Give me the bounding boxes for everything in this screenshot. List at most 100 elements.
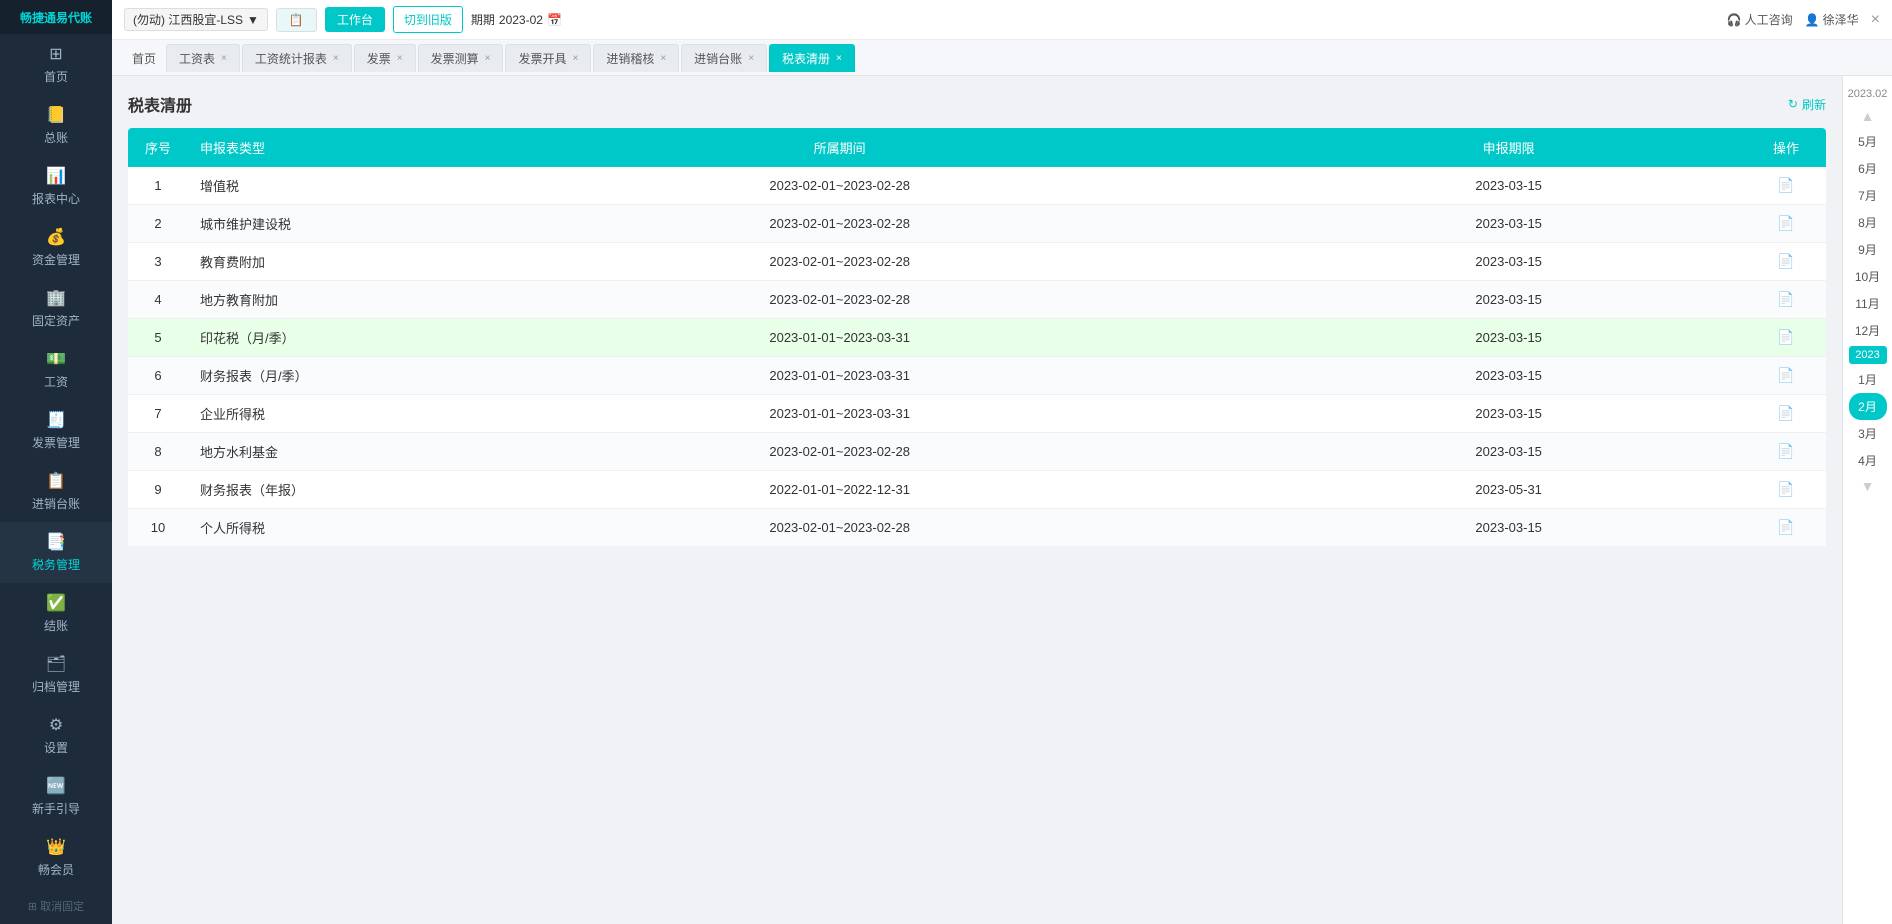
month-5[interactable]: 5月: [1849, 128, 1887, 155]
user-menu[interactable]: 👤 徐泽华: [1805, 11, 1859, 28]
cell-no: 1: [128, 167, 188, 205]
sidebar-item-member[interactable]: 👑 畅会员: [0, 827, 112, 888]
year-2023-badge: 2023: [1849, 346, 1887, 364]
calendar-icon[interactable]: 📅: [547, 13, 562, 27]
avatar-icon: 👤: [1805, 13, 1820, 27]
month-1[interactable]: 1月: [1849, 366, 1887, 393]
sidebar-label-funds: 资金管理: [32, 251, 80, 268]
tab-home[interactable]: 首页: [124, 45, 164, 72]
cell-action: 📄: [1746, 281, 1826, 319]
sidebar-item-ledger[interactable]: 📒 总账: [0, 95, 112, 156]
sidebar-item-payroll[interactable]: 💵 工资: [0, 339, 112, 400]
action-view-icon[interactable]: 📄: [1777, 253, 1794, 269]
action-view-icon[interactable]: 📄: [1777, 177, 1794, 193]
sidebar-item-archive[interactable]: 🗂 归档管理: [0, 644, 112, 705]
headset-icon: 🎧: [1727, 13, 1742, 27]
month-3[interactable]: 3月: [1849, 420, 1887, 447]
cell-deadline: 2023-03-15: [1271, 433, 1746, 471]
cell-period: 2023-01-01~2023-03-31: [408, 395, 1271, 433]
panel-year-header: 2023.02: [1843, 84, 1892, 104]
tab-tax-register[interactable]: 税表清册 ×: [769, 44, 855, 72]
month-8[interactable]: 8月: [1849, 209, 1887, 236]
cell-no: 4: [128, 281, 188, 319]
sidebar-item-home[interactable]: ⊞ 首页: [0, 34, 112, 95]
sidebar-item-guide[interactable]: 🆕 新手引导: [0, 766, 112, 827]
tab-invoice-verify[interactable]: 发票测算 ×: [418, 44, 504, 72]
tab-payroll-stats-label: 工资统计报表: [255, 50, 327, 67]
refresh-icon: ↻: [1788, 97, 1798, 111]
app-logo: 畅捷通易代账: [0, 0, 112, 34]
sidebar-label-payroll: 工资: [44, 373, 68, 390]
tab-tax-register-close[interactable]: ×: [836, 53, 842, 64]
table-row: 6 财务报表（月/季） 2023-01-01~2023-03-31 2023-0…: [128, 357, 1826, 395]
action-view-icon[interactable]: 📄: [1777, 405, 1794, 421]
cell-type: 财务报表（年报）: [188, 471, 408, 509]
copy-icon[interactable]: 📋: [276, 8, 317, 32]
main-area: (勿动) 江西股宜-LSS ▼ 📋 工作台 切到旧版 期期 2023-02 📅 …: [112, 0, 1892, 924]
cell-deadline: 2023-03-15: [1271, 205, 1746, 243]
sidebar-item-tax[interactable]: 📑 税务管理: [0, 522, 112, 583]
action-view-icon[interactable]: 📄: [1777, 329, 1794, 345]
sidebar-label-invoice: 发票管理: [32, 434, 80, 451]
purchase-sales-icon: 📋: [46, 471, 66, 491]
tab-payroll-table[interactable]: 工资表 ×: [166, 44, 240, 72]
sidebar-item-settings[interactable]: ⚙ 设置: [0, 705, 112, 766]
col-header-type: 申报表类型: [188, 128, 408, 167]
cell-no: 2: [128, 205, 188, 243]
close-button[interactable]: ×: [1871, 11, 1880, 29]
cell-no: 6: [128, 357, 188, 395]
sidebar-item-invoice[interactable]: 🧾 发票管理: [0, 400, 112, 461]
sidebar-item-reports[interactable]: 📊 报表中心: [0, 156, 112, 217]
scroll-up-button[interactable]: ▲: [1857, 104, 1879, 128]
unpin-button[interactable]: ⊞ 取消固定: [0, 888, 112, 924]
tab-purchase-verify-label: 进销稽核: [606, 50, 654, 67]
scroll-down-button[interactable]: ▼: [1857, 474, 1879, 498]
sidebar-item-settle[interactable]: ✅ 结账: [0, 583, 112, 644]
month-6[interactable]: 6月: [1849, 155, 1887, 182]
month-7[interactable]: 7月: [1849, 182, 1887, 209]
sidebar-item-funds[interactable]: 💰 资金管理: [0, 217, 112, 278]
ai-consult-button[interactable]: 🎧 人工咨询: [1727, 11, 1793, 28]
archive-icon: 🗂: [46, 654, 66, 674]
table-row: 10 个人所得税 2023-02-01~2023-02-28 2023-03-1…: [128, 509, 1826, 547]
tab-payroll-stats-close[interactable]: ×: [333, 53, 339, 64]
action-view-icon[interactable]: 📄: [1777, 367, 1794, 383]
tab-purchase-verify[interactable]: 进销稽核 ×: [593, 44, 679, 72]
refresh-button[interactable]: ↻ 刷新: [1788, 96, 1826, 113]
tab-purchase-verify-close[interactable]: ×: [660, 53, 666, 64]
tab-purchase-ledger-close[interactable]: ×: [748, 53, 754, 64]
action-view-icon[interactable]: 📄: [1777, 215, 1794, 231]
month-12[interactable]: 12月: [1849, 317, 1887, 344]
tab-invoice-verify-close[interactable]: ×: [485, 53, 491, 64]
action-view-icon[interactable]: 📄: [1777, 291, 1794, 307]
tab-invoice-open-close[interactable]: ×: [572, 53, 578, 64]
col-header-deadline: 申报期限: [1271, 128, 1746, 167]
tab-invoice-close[interactable]: ×: [397, 53, 403, 64]
tab-payroll-stats[interactable]: 工资统计报表 ×: [242, 44, 352, 72]
col-header-period: 所属期间: [408, 128, 1271, 167]
cell-type: 财务报表（月/季）: [188, 357, 408, 395]
sidebar-label-ledger: 总账: [44, 129, 68, 146]
guide-icon: 🆕: [46, 776, 66, 796]
action-view-icon[interactable]: 📄: [1777, 481, 1794, 497]
workstation-button[interactable]: 工作台: [325, 7, 385, 32]
tab-invoice-open[interactable]: 发票开具 ×: [505, 44, 591, 72]
switch-old-button[interactable]: 切到旧版: [393, 6, 463, 33]
tab-purchase-ledger[interactable]: 进销台账 ×: [681, 44, 767, 72]
month-10[interactable]: 10月: [1849, 263, 1887, 290]
sidebar-item-fixed-assets[interactable]: 🏢 固定资产: [0, 278, 112, 339]
company-selector[interactable]: (勿动) 江西股宜-LSS ▼: [124, 8, 268, 31]
tab-payroll-table-close[interactable]: ×: [221, 53, 227, 64]
month-4[interactable]: 4月: [1849, 447, 1887, 474]
cell-action: 📄: [1746, 205, 1826, 243]
sidebar-item-purchase-sales[interactable]: 📋 进销台账: [0, 461, 112, 522]
refresh-label: 刷新: [1802, 96, 1826, 113]
month-2[interactable]: 2月: [1849, 393, 1887, 420]
month-9[interactable]: 9月: [1849, 236, 1887, 263]
cell-action: 📄: [1746, 243, 1826, 281]
action-view-icon[interactable]: 📄: [1777, 443, 1794, 459]
cell-action: 📄: [1746, 167, 1826, 205]
action-view-icon[interactable]: 📄: [1777, 519, 1794, 535]
tab-invoice[interactable]: 发票 ×: [354, 44, 416, 72]
month-11[interactable]: 11月: [1849, 290, 1887, 317]
